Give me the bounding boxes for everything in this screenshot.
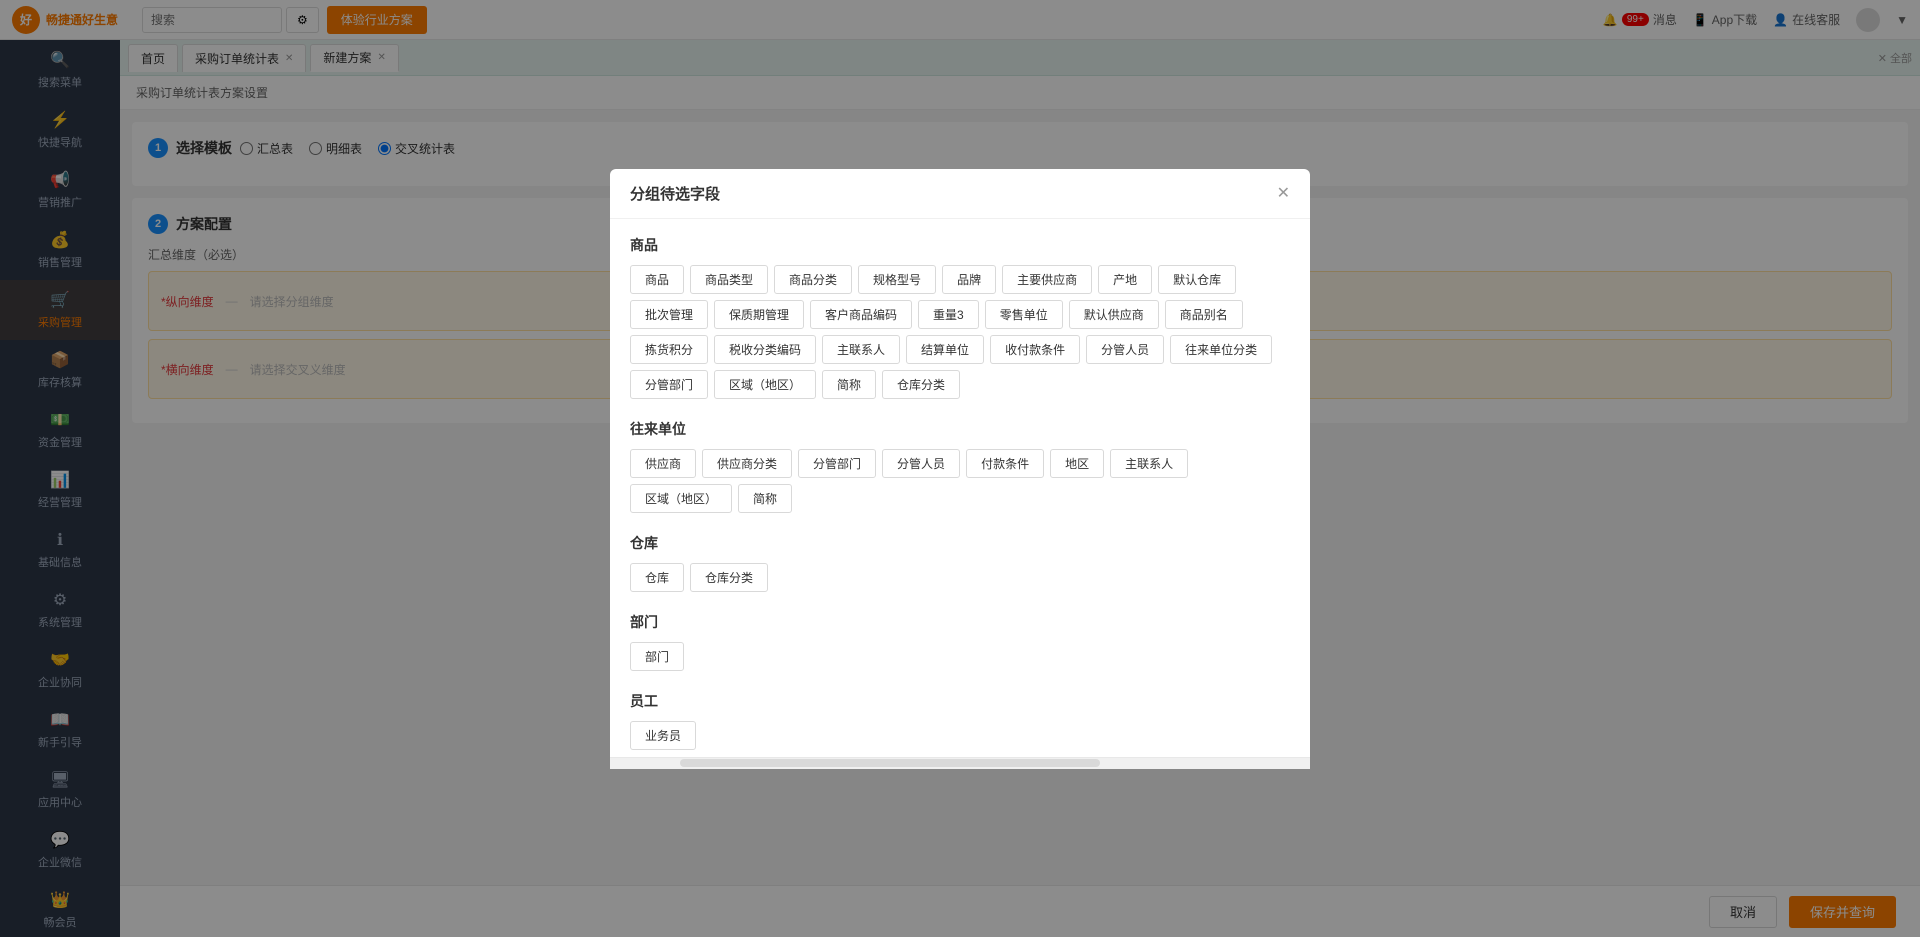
field-grid-goods: 商品商品类型商品分类规格型号品牌主要供应商产地默认仓库批次管理保质期管理客户商品…	[630, 265, 1290, 399]
field-tag[interactable]: 默认供应商	[1069, 300, 1159, 329]
field-tag[interactable]: 部门	[630, 642, 684, 671]
section-partner: 往来单位供应商供应商分类分管部门分管人员付款条件地区主联系人区域（地区）简称	[630, 419, 1290, 513]
field-tag[interactable]: 商品类型	[690, 265, 768, 294]
field-grid-partner: 供应商供应商分类分管部门分管人员付款条件地区主联系人区域（地区）简称	[630, 449, 1290, 513]
section-title-partner: 往来单位	[630, 419, 1290, 439]
field-tag[interactable]: 区域（地区）	[630, 484, 732, 513]
field-tag[interactable]: 区域（地区）	[714, 370, 816, 399]
field-tag[interactable]: 规格型号	[858, 265, 936, 294]
field-tag[interactable]: 分管部门	[630, 370, 708, 399]
field-tag[interactable]: 供应商分类	[702, 449, 792, 478]
section-title-goods: 商品	[630, 235, 1290, 255]
scrollbar-thumb[interactable]	[680, 759, 1100, 767]
field-tag[interactable]: 保质期管理	[714, 300, 804, 329]
field-tag[interactable]: 主联系人	[822, 335, 900, 364]
field-tag[interactable]: 供应商	[630, 449, 696, 478]
modal-dialog: 分组待选字段 ✕ 商品商品商品类型商品分类规格型号品牌主要供应商产地默认仓库批次…	[610, 169, 1310, 769]
field-tag[interactable]: 默认仓库	[1158, 265, 1236, 294]
section-department: 部门部门	[630, 612, 1290, 671]
field-tag[interactable]: 简称	[822, 370, 876, 399]
field-tag[interactable]: 地区	[1050, 449, 1104, 478]
field-tag[interactable]: 业务员	[630, 721, 696, 750]
section-goods: 商品商品商品类型商品分类规格型号品牌主要供应商产地默认仓库批次管理保质期管理客户…	[630, 235, 1290, 399]
section-title-department: 部门	[630, 612, 1290, 632]
field-tag[interactable]: 零售单位	[985, 300, 1063, 329]
section-title-employee: 员工	[630, 691, 1290, 711]
modal-overlay[interactable]: 分组待选字段 ✕ 商品商品商品类型商品分类规格型号品牌主要供应商产地默认仓库批次…	[0, 0, 1920, 937]
field-tag[interactable]: 分管部门	[798, 449, 876, 478]
section-warehouse: 仓库仓库仓库分类	[630, 533, 1290, 592]
field-grid-employee: 业务员	[630, 721, 1290, 750]
field-tag[interactable]: 客户商品编码	[810, 300, 912, 329]
field-tag[interactable]: 产地	[1098, 265, 1152, 294]
field-tag[interactable]: 分管人员	[882, 449, 960, 478]
field-tag[interactable]: 商品分类	[774, 265, 852, 294]
field-tag[interactable]: 仓库分类	[690, 563, 768, 592]
modal-header: 分组待选字段 ✕	[610, 169, 1310, 219]
field-tag[interactable]: 税收分类编码	[714, 335, 816, 364]
field-tag[interactable]: 收付款条件	[990, 335, 1080, 364]
field-tag[interactable]: 付款条件	[966, 449, 1044, 478]
field-tag[interactable]: 仓库分类	[882, 370, 960, 399]
field-tag[interactable]: 结算单位	[906, 335, 984, 364]
field-tag[interactable]: 主联系人	[1110, 449, 1188, 478]
field-tag[interactable]: 分管人员	[1086, 335, 1164, 364]
field-tag[interactable]: 批次管理	[630, 300, 708, 329]
field-tag[interactable]: 重量3	[918, 300, 979, 329]
field-tag[interactable]: 商品别名	[1165, 300, 1243, 329]
modal-close-button[interactable]: ✕	[1277, 183, 1290, 203]
section-title-warehouse: 仓库	[630, 533, 1290, 553]
field-grid-department: 部门	[630, 642, 1290, 671]
field-tag[interactable]: 商品	[630, 265, 684, 294]
modal-body: 商品商品商品类型商品分类规格型号品牌主要供应商产地默认仓库批次管理保质期管理客户…	[610, 219, 1310, 757]
field-tag[interactable]: 主要供应商	[1002, 265, 1092, 294]
field-tag[interactable]: 拣货积分	[630, 335, 708, 364]
field-tag[interactable]: 往来单位分类	[1170, 335, 1272, 364]
field-tag[interactable]: 仓库	[630, 563, 684, 592]
section-employee: 员工业务员	[630, 691, 1290, 750]
field-grid-warehouse: 仓库仓库分类	[630, 563, 1290, 592]
modal-title: 分组待选字段	[630, 183, 720, 204]
field-tag[interactable]: 简称	[738, 484, 792, 513]
field-tag[interactable]: 品牌	[942, 265, 996, 294]
modal-horizontal-scrollbar[interactable]	[610, 757, 1310, 769]
